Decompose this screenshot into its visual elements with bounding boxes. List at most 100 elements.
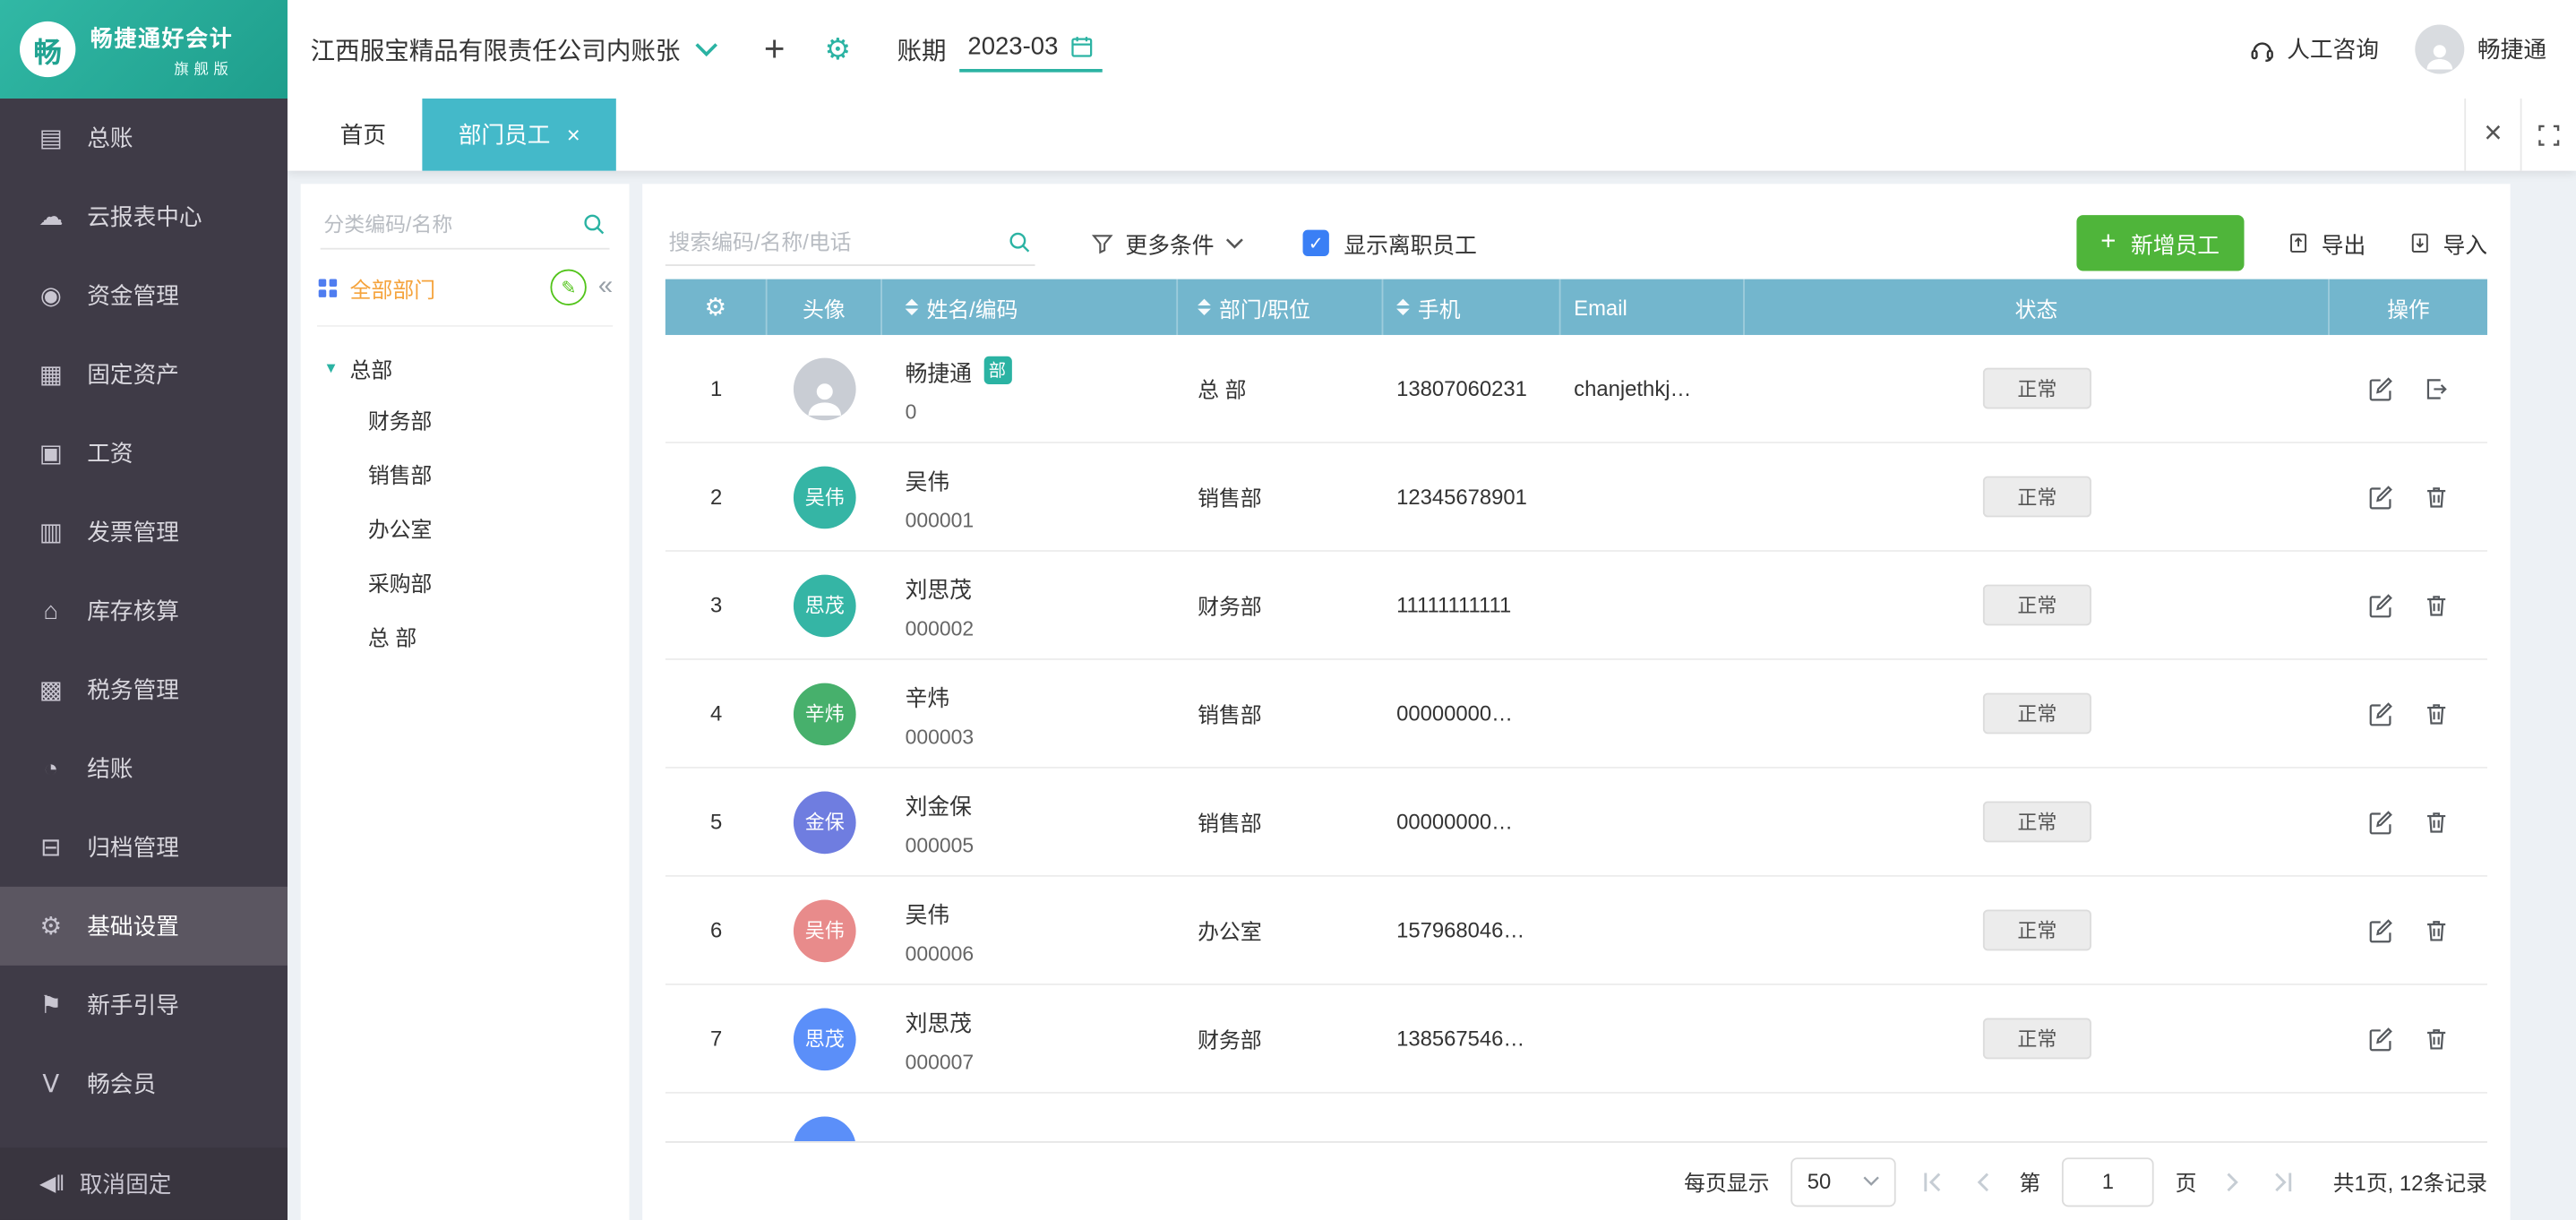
status-badge: 正常 <box>1982 584 2091 626</box>
user-name[interactable]: 畅捷通 <box>2477 33 2546 66</box>
delete-icon[interactable] <box>2423 1026 2449 1052</box>
sidebar-item-label: 发票管理 <box>87 519 179 546</box>
last-page-button[interactable] <box>2269 1166 2298 1196</box>
delete-icon[interactable] <box>2423 484 2449 510</box>
chevron-down-icon <box>1863 1175 1879 1187</box>
tree-node-root[interactable]: ▼ 总部 <box>323 343 629 392</box>
toolbar-actions: + 新增员工 导出 导入 <box>2075 215 2487 271</box>
unpin-icon: ◀‖ <box>39 1171 65 1196</box>
payroll-icon: ▣ <box>39 440 63 468</box>
sidebar-item-funds-management[interactable]: ◉ 资金管理 <box>0 256 288 335</box>
sidebar-item-membership[interactable]: Ⅴ 畅会员 <box>0 1044 288 1123</box>
more-filters-button[interactable]: 更多条件 <box>1091 227 1244 260</box>
employee-code: 000007 <box>905 1050 975 1073</box>
sidebar-item-invoice-management[interactable]: ▥ 发票管理 <box>0 493 288 571</box>
sort-icons[interactable] <box>1198 298 1211 315</box>
employee-code: 000006 <box>905 941 975 965</box>
column-email: Email <box>1560 279 1745 335</box>
tab-dept-employees[interactable]: 部门员工 × <box>422 98 617 171</box>
employee-dept: 销售部 <box>1198 811 1262 837</box>
all-departments-label[interactable]: 全部部门 <box>350 271 435 303</box>
pagination: 每页显示 50 第 1 页 共1页, 12条记录 <box>665 1141 2487 1220</box>
status-badge: 正常 <box>1982 692 2091 735</box>
edit-icon[interactable] <box>2367 1026 2393 1052</box>
per-page-select[interactable]: 50 <box>1790 1156 1896 1207</box>
sort-icons[interactable] <box>905 298 919 315</box>
sidebar-item-inventory-accounting[interactable]: ⌂ 库存核算 <box>0 571 288 650</box>
row-index: 7 <box>710 1026 723 1052</box>
column-phone[interactable]: 手机 <box>1383 279 1561 335</box>
grid-icon <box>317 277 339 298</box>
account-settings-gear-icon[interactable]: ⚙ <box>825 32 852 66</box>
tree-node[interactable]: 总 部 <box>323 609 629 663</box>
delete-icon[interactable] <box>2423 592 2449 618</box>
row-index: 1 <box>710 375 723 401</box>
sidebar-item-label: 总账 <box>87 125 133 151</box>
sort-icons[interactable] <box>1396 298 1410 315</box>
tree-node[interactable]: 办公室 <box>323 501 629 554</box>
search-icon[interactable] <box>581 211 606 236</box>
sidebar-item-cloud-report-center[interactable]: ☁ 云报表中心 <box>0 177 288 256</box>
dept-search-input[interactable] <box>323 212 582 236</box>
import-button[interactable]: 导入 <box>2409 227 2487 260</box>
tab-close-icon[interactable]: × <box>567 123 580 146</box>
tree-node[interactable]: 财务部 <box>323 392 629 446</box>
edit-icon[interactable] <box>2367 809 2393 835</box>
cloud-report-icon: ☁ <box>39 203 64 232</box>
caret-down-icon[interactable]: ▼ <box>323 359 338 375</box>
edit-icon[interactable] <box>2367 484 2393 510</box>
edit-icon[interactable] <box>2367 375 2393 401</box>
add-employee-button[interactable]: + 新增员工 <box>2075 215 2245 271</box>
delete-icon[interactable] <box>2423 809 2449 835</box>
exit-icon[interactable] <box>2423 375 2449 401</box>
brand-logo-icon: 畅 <box>20 21 76 78</box>
delete-icon[interactable] <box>2423 700 2449 726</box>
sidebar-item-tax-management[interactable]: ▩ 税务管理 <box>0 650 288 729</box>
sidebar-item-payroll[interactable]: ▣ 工资 <box>0 414 288 493</box>
column-dept-position[interactable]: 部门/职位 <box>1178 279 1384 335</box>
page-input[interactable]: 1 <box>2062 1156 2154 1207</box>
edit-icon[interactable] <box>2367 700 2393 726</box>
employee-dept: 财务部 <box>1198 594 1262 620</box>
tab-home[interactable]: 首页 <box>304 99 422 171</box>
delete-icon[interactable] <box>2423 917 2449 943</box>
search-icon[interactable] <box>1007 230 1032 254</box>
close-tabs-button[interactable]: × <box>2464 98 2520 171</box>
add-account-button[interactable]: + <box>764 28 786 71</box>
toolbar: 更多条件 ✓ 显示离职员工 + 新增员工 导出 <box>665 207 2487 279</box>
user-avatar[interactable] <box>2415 24 2465 74</box>
edit-departments-icon[interactable]: ✎ <box>550 269 587 305</box>
next-page-button[interactable] <box>2218 1166 2247 1196</box>
avatar: 吴伟 <box>793 898 856 962</box>
sidebar-item-closing[interactable]: ◔ 结账 <box>0 729 288 808</box>
first-page-button[interactable] <box>1918 1166 1947 1196</box>
fullscreen-icon[interactable] <box>2520 98 2576 171</box>
export-label: 导出 <box>2321 233 2366 258</box>
sidebar-item-archive-management[interactable]: ⊟ 归档管理 <box>0 808 288 887</box>
column-settings-gear-icon[interactable]: ⚙ <box>704 292 726 322</box>
table-row: 3 思茂 刘思茂 000002 财务部 11111111111 正常 <box>665 551 2487 660</box>
app-window: 畅 畅捷通好会计 旗舰版 江西服宝精品有限责任公司内账张 + ⚙ 账期 2023… <box>0 0 2576 1220</box>
sidebar-item-basic-settings[interactable]: ⚙ 基础设置 <box>0 886 288 966</box>
sidebar-unpin-button[interactable]: ◀‖ 取消固定 <box>0 1147 288 1220</box>
sidebar-item-general-ledger[interactable]: ▤ 总账 <box>0 99 288 177</box>
funds-icon: ◉ <box>39 282 62 311</box>
tree-node[interactable]: 采购部 <box>323 555 629 609</box>
sidebar-item-fixed-assets[interactable]: ▦ 固定资产 <box>0 335 288 414</box>
support-button[interactable]: 人工咨询 <box>2249 33 2379 66</box>
checkbox-checked-icon[interactable]: ✓ <box>1302 229 1329 256</box>
period-selector[interactable]: 2023-03 <box>959 27 1103 72</box>
employee-search-input[interactable] <box>668 229 1008 255</box>
prev-page-button[interactable] <box>1968 1166 1997 1196</box>
support-label: 人工咨询 <box>2287 36 2379 63</box>
sidebar-menu: ▤ 总账 ☁ 云报表中心 ◉ 资金管理 ▦ 固定资产 ▣ 工资 ▥ 发票管理 ⌂ 库存核算 ▩ 税务管理 ◔ 结账… <box>0 99 288 1123</box>
edit-icon[interactable] <box>2367 592 2393 618</box>
export-button[interactable]: 导出 <box>2287 227 2366 260</box>
column-name-code[interactable]: 姓名/编码 <box>882 279 1179 335</box>
company-selector[interactable]: 江西服宝精品有限责任公司内账张 <box>311 32 718 66</box>
show-resigned-toggle[interactable]: ✓ 显示离职员工 <box>1302 227 1477 260</box>
tree-node[interactable]: 销售部 <box>323 447 629 501</box>
sidebar-item-beginner-guide[interactable]: ⚑ 新手引导 <box>0 966 288 1044</box>
edit-icon[interactable] <box>2367 917 2393 943</box>
collapse-panel-icon[interactable]: « <box>598 272 613 302</box>
